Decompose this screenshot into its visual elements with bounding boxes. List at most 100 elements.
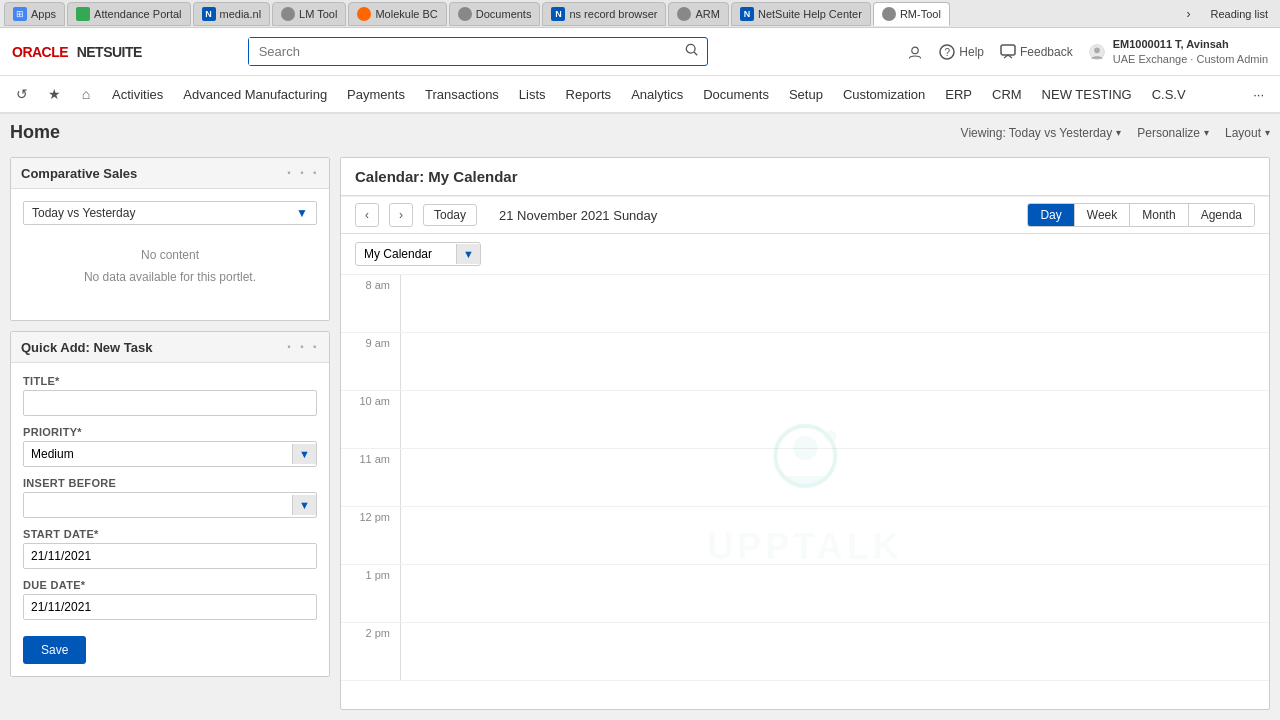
tab-rmtool[interactable]: RM-Tool	[873, 2, 950, 26]
calendar-selector[interactable]: My Calendar ▼	[355, 242, 481, 266]
comparative-sales-dots[interactable]: · · ·	[287, 164, 319, 182]
tab-documents-label: Documents	[476, 8, 532, 20]
calendar-prev-btn[interactable]: ‹	[355, 203, 379, 227]
time-content-1pm[interactable]	[401, 565, 1269, 622]
search-bar[interactable]	[248, 37, 708, 66]
search-button[interactable]	[677, 39, 707, 64]
help-icon: ?	[939, 44, 955, 60]
tab-netsuitehelp[interactable]: N NetSuite Help Center	[731, 2, 871, 26]
nav-csv[interactable]: C.S.V	[1142, 79, 1196, 112]
quick-add-dots[interactable]: · · ·	[287, 338, 319, 356]
time-label-11am: 11 am	[341, 449, 401, 506]
time-content-2pm[interactable]	[401, 623, 1269, 680]
attendance-icon	[76, 7, 90, 21]
oracle-netsuite-logo: ORACLE NETSUITE	[12, 41, 142, 62]
nav-advanced-manufacturing[interactable]: Advanced Manufacturing	[173, 79, 337, 112]
svg-text:?: ?	[945, 47, 951, 58]
layout-dropdown-arrow: ▾	[1265, 127, 1270, 138]
personalize-label: Personalize	[1137, 126, 1200, 140]
page-header-controls: Viewing: Today vs Yesterday ▾ Personaliz…	[961, 126, 1270, 140]
tab-arm[interactable]: ARM	[668, 2, 728, 26]
save-button[interactable]: Save	[23, 636, 86, 664]
tab-medianl[interactable]: N media.nl	[193, 2, 271, 26]
role-switcher[interactable]	[907, 44, 923, 60]
tab-documents[interactable]: Documents	[449, 2, 541, 26]
calendar-next-btn[interactable]: ›	[389, 203, 413, 227]
user-role: UAE Exchange · Custom Admin	[1113, 52, 1268, 66]
time-label-2pm: 2 pm	[341, 623, 401, 680]
tab-nsrecord-label: ns record browser	[569, 8, 657, 20]
time-label-10am: 10 am	[341, 391, 401, 448]
time-content-11am[interactable]	[401, 449, 1269, 506]
tab-rmtool-label: RM-Tool	[900, 8, 941, 20]
calendar-selector-select[interactable]: My Calendar	[356, 243, 456, 265]
time-slot-2pm: 2 pm	[341, 623, 1269, 681]
priority-select-arrow: ▼	[292, 444, 316, 464]
nav-setup[interactable]: Setup	[779, 79, 833, 112]
priority-select[interactable]: Medium Low High	[24, 442, 292, 466]
search-icon	[685, 43, 699, 57]
nav-transactions[interactable]: Transactions	[415, 79, 509, 112]
calendar-header: Calendar: My Calendar	[341, 158, 1269, 196]
calendar-view-day[interactable]: Day	[1028, 204, 1074, 226]
nav-erp[interactable]: ERP	[935, 79, 982, 112]
viewing-dropdown-arrow: ▾	[1116, 127, 1121, 138]
nav-payments[interactable]: Payments	[337, 79, 415, 112]
help-button[interactable]: ? Help	[939, 44, 984, 60]
nav-new-testing[interactable]: NEW TESTING	[1032, 79, 1142, 112]
user-info: EM1000011 T, Avinsah UAE Exchange · Cust…	[1113, 37, 1268, 66]
calendar-selector-arrow: ▼	[456, 244, 480, 264]
tab-attendance-label: Attendance Portal	[94, 8, 181, 20]
time-content-10am[interactable]	[401, 391, 1269, 448]
tab-apps[interactable]: ⊞ Apps	[4, 2, 65, 26]
search-input[interactable]	[249, 38, 677, 65]
app-header: ORACLE NETSUITE ?	[0, 28, 1280, 76]
feedback-button[interactable]: Feedback	[1000, 44, 1073, 60]
apps-icon: ⊞	[13, 7, 27, 21]
nav-customization[interactable]: Customization	[833, 79, 935, 112]
calendar-view-week[interactable]: Week	[1075, 204, 1130, 226]
tab-overflow-arrow[interactable]: ›	[1181, 5, 1197, 23]
nav-more-button[interactable]: ···	[1243, 79, 1274, 112]
comparative-sales-dropdown[interactable]: Today vs Yesterday ▼	[23, 201, 317, 225]
nav-lists[interactable]: Lists	[509, 79, 556, 112]
start-date-input[interactable]	[23, 543, 317, 569]
insert-before-select[interactable]	[24, 493, 292, 517]
comparative-sales-title: Comparative Sales	[21, 166, 137, 181]
comparative-sales-body: Today vs Yesterday ▼ No content No data …	[11, 189, 329, 320]
nav-crm[interactable]: CRM	[982, 79, 1032, 112]
viewing-selector[interactable]: Viewing: Today vs Yesterday ▾	[961, 126, 1122, 140]
insert-before-select-wrap: ▼	[23, 492, 317, 518]
time-content-12pm[interactable]	[401, 507, 1269, 564]
tab-molekule[interactable]: Molekule BC	[348, 2, 446, 26]
nav-activities[interactable]: Activities	[102, 79, 173, 112]
nav-home-btn[interactable]: ⌂	[70, 78, 102, 110]
layout-button[interactable]: Layout ▾	[1225, 126, 1270, 140]
nav-analytics[interactable]: Analytics	[621, 79, 693, 112]
user-menu[interactable]: EM1000011 T, Avinsah UAE Exchange · Cust…	[1089, 37, 1268, 66]
quick-add-body: TITLE* PRIORITY* Medium Low High	[11, 363, 329, 676]
nav-star-btn[interactable]: ★	[38, 78, 70, 110]
time-content-8am[interactable]	[401, 275, 1269, 332]
quick-add-header: Quick Add: New Task · · ·	[11, 332, 329, 363]
page-title: Home	[10, 122, 60, 143]
nav-back-btn[interactable]: ↺	[6, 78, 38, 110]
priority-select-wrap: Medium Low High ▼	[23, 441, 317, 467]
reading-list-button[interactable]: Reading list	[1203, 6, 1276, 22]
due-date-input[interactable]	[23, 594, 317, 620]
tab-lmtool[interactable]: LM Tool	[272, 2, 346, 26]
feedback-icon	[1000, 44, 1016, 60]
priority-label: PRIORITY*	[23, 426, 317, 438]
time-label-12pm: 12 pm	[341, 507, 401, 564]
title-input[interactable]	[23, 390, 317, 416]
calendar-today-btn[interactable]: Today	[423, 204, 477, 226]
tab-nsrecord[interactable]: N ns record browser	[542, 2, 666, 26]
calendar-view-agenda[interactable]: Agenda	[1189, 204, 1254, 226]
tab-attendance[interactable]: Attendance Portal	[67, 2, 190, 26]
nav-documents[interactable]: Documents	[693, 79, 779, 112]
personalize-button[interactable]: Personalize ▾	[1137, 126, 1209, 140]
calendar-view-month[interactable]: Month	[1130, 204, 1188, 226]
time-content-9am[interactable]	[401, 333, 1269, 390]
comparative-sales-dropdown-value: Today vs Yesterday	[32, 206, 135, 220]
nav-reports[interactable]: Reports	[556, 79, 622, 112]
